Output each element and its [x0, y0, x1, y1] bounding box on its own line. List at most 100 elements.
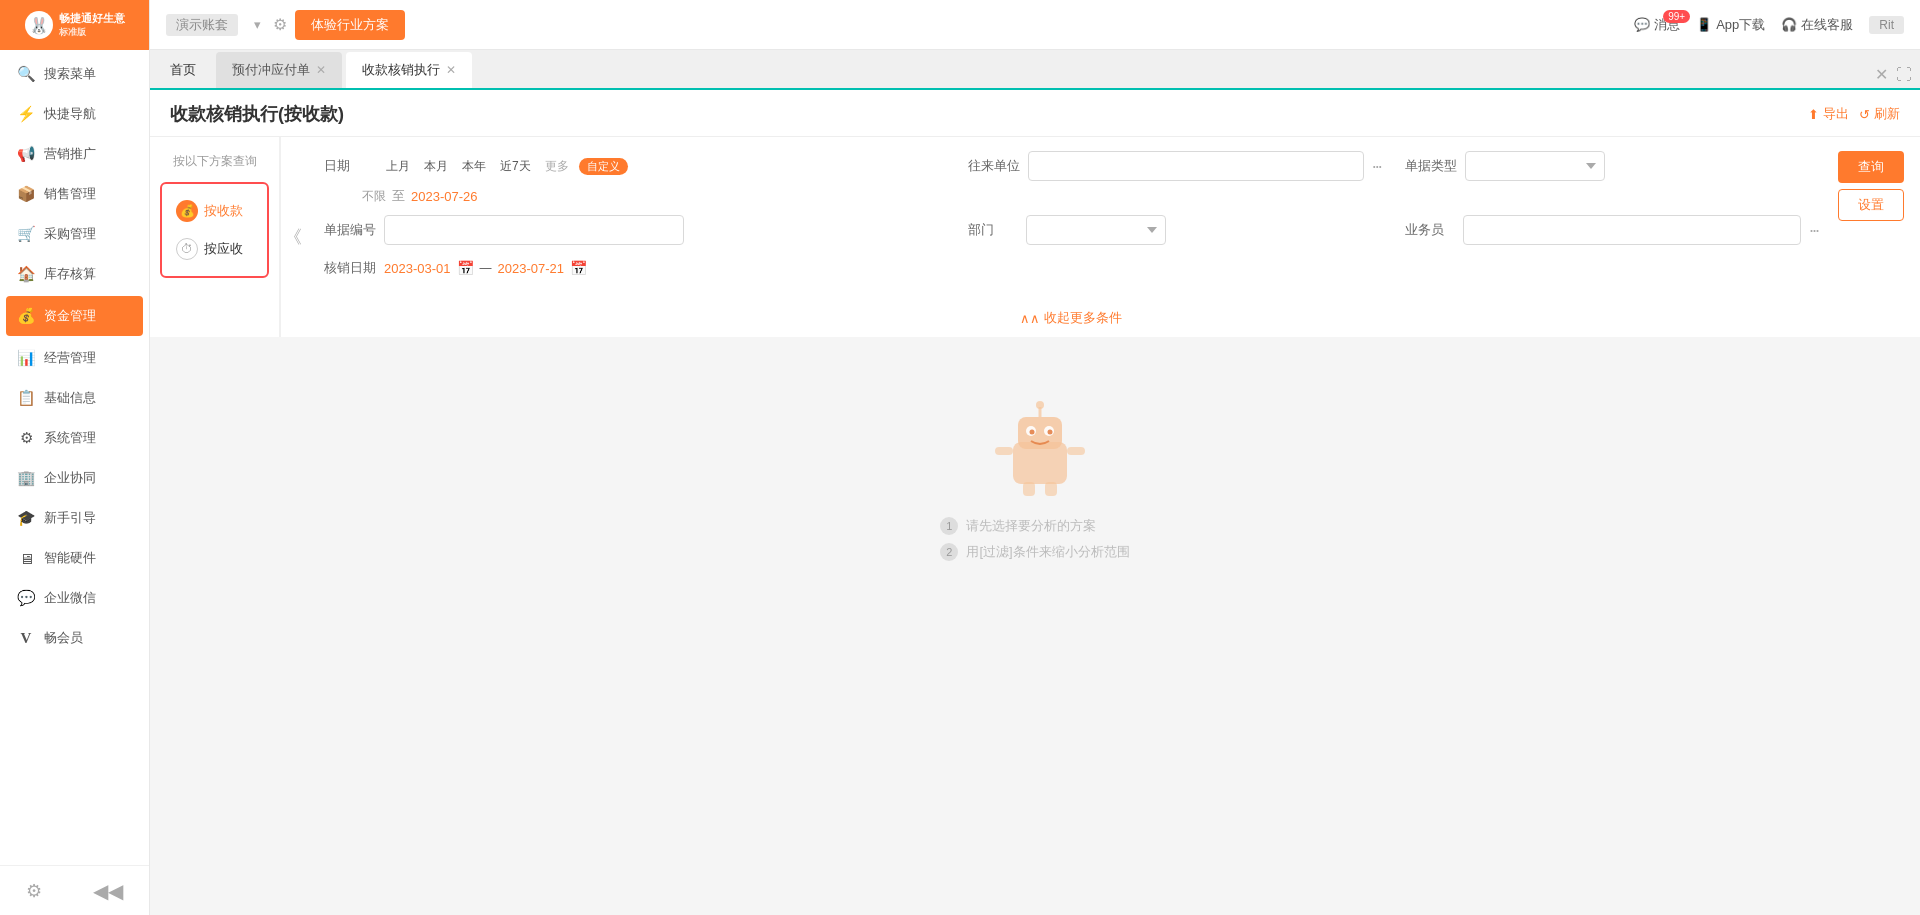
query-button[interactable]: 查询	[1838, 151, 1904, 183]
voucher-no-input[interactable]	[384, 215, 684, 245]
staff-label: 业务员	[1405, 221, 1455, 239]
filter-by-collection[interactable]: 💰 按收款	[166, 192, 263, 230]
sidebar-item-finance[interactable]: 💰 资金管理	[6, 296, 143, 336]
svg-point-11	[1036, 401, 1044, 409]
counterparty-more-icon[interactable]: ···	[1372, 156, 1381, 177]
date-field: 日期 上月 本月 本年 近7天 更多 自定义	[324, 157, 944, 176]
dept-select[interactable]	[1026, 215, 1166, 245]
tab-close-all-icon[interactable]: ✕	[1875, 65, 1888, 84]
filter-by-receivable-icon: ⏱	[176, 238, 198, 260]
sidebar-item-operation[interactable]: 📊 经营管理	[0, 338, 149, 378]
solution-button[interactable]: 体验行业方案	[295, 10, 405, 40]
staff-input[interactable]	[1463, 215, 1801, 245]
filter-main-area: 按以下方案查询 💰 按收款 ⏱ 按应收 《	[150, 137, 1920, 337]
sidebar-item-sales[interactable]: 📦 销售管理	[0, 174, 149, 214]
tabbar-actions: ✕ ⛶	[1867, 65, 1920, 88]
inventory-icon: 🏠	[16, 264, 36, 284]
dept-field: 部门	[968, 215, 1381, 245]
query-settings-column: 查询 设置	[1838, 137, 1920, 337]
tab-expand-icon[interactable]: ⛶	[1896, 66, 1912, 84]
svg-rect-8	[995, 447, 1013, 455]
refresh-button[interactable]: ↺ 刷新	[1859, 105, 1900, 123]
tab-collection-verify[interactable]: 收款核销执行 ✕	[346, 52, 472, 88]
tab-prepay[interactable]: 预付冲应付单 ✕	[216, 52, 342, 88]
sidebar-bottom: ⚙ ◀◀	[0, 865, 149, 915]
sidebar-item-quicknav[interactable]: ⚡ 快捷导航	[0, 94, 149, 134]
sidebar-item-label-hardware: 智能硬件	[44, 549, 96, 567]
sidebar-item-label-member: 畅会员	[44, 629, 83, 647]
purchase-icon: 🛒	[16, 224, 36, 244]
app-download-button[interactable]: 📱 App下载	[1696, 16, 1765, 34]
topbar-gear-icon[interactable]: ⚙	[273, 15, 287, 34]
sidebar-item-label-operation: 经营管理	[44, 349, 96, 367]
verify-cal-end-icon[interactable]: 📅	[570, 260, 587, 276]
date-7days[interactable]: 近7天	[496, 157, 535, 176]
sidebar-item-enterprise[interactable]: 🏢 企业协同	[0, 458, 149, 498]
sidebar-item-system[interactable]: ⚙ 系统管理	[0, 418, 149, 458]
filter-by-receivable[interactable]: ⏱ 按应收	[166, 230, 263, 268]
sidebar-nav: 🔍 搜索菜单 ⚡ 快捷导航 📢 营销推广 📦 销售管理 🛒 采购管理 🏠 库存核…	[0, 50, 149, 865]
message-button[interactable]: 💬 消息 99+	[1634, 16, 1680, 34]
sidebar-item-hardware[interactable]: 🖥 智能硬件	[0, 538, 149, 578]
customer-service-button[interactable]: 🎧 在线客服	[1781, 16, 1853, 34]
filter-form: 日期 上月 本月 本年 近7天 更多 自定义 往来单位	[304, 137, 1838, 305]
export-label: 导出	[1823, 105, 1849, 123]
tab-home[interactable]: 首页	[154, 52, 212, 88]
date-start-value: 2023-07-26	[411, 189, 478, 204]
svg-rect-7	[1045, 482, 1057, 496]
member-icon: V	[16, 628, 36, 648]
topbar-dropdown-icon[interactable]: ▾	[254, 17, 261, 32]
app-name: 畅捷通好生意	[59, 11, 125, 25]
marketing-icon: 📢	[16, 144, 36, 164]
filter-collapse-button[interactable]: 《	[280, 137, 304, 337]
user-name[interactable]: Rit	[1869, 16, 1904, 34]
counterparty-input[interactable]	[1028, 151, 1364, 181]
enterprise-icon: 🏢	[16, 468, 36, 488]
verify-date-dash: —	[480, 261, 492, 275]
sidebar-item-purchase[interactable]: 🛒 采购管理	[0, 214, 149, 254]
sidebar-item-marketing[interactable]: 📢 营销推广	[0, 134, 149, 174]
date-last-month[interactable]: 上月	[382, 157, 414, 176]
collapse-more-conditions[interactable]: ∧∧ 收起更多条件	[304, 305, 1838, 337]
app-icon: 📱	[1696, 17, 1712, 32]
sidebar-item-search[interactable]: 🔍 搜索菜单	[0, 54, 149, 94]
sidebar-item-label-enterprise: 企业协同	[44, 469, 96, 487]
tabbar: 首页 预付冲应付单 ✕ 收款核销执行 ✕ ✕ ⛶	[150, 50, 1920, 90]
empty-hint-1: 1 请先选择要分析的方案	[940, 517, 1129, 535]
verify-cal-start-icon[interactable]: 📅	[457, 260, 474, 276]
date-this-year[interactable]: 本年	[458, 157, 490, 176]
brand-account-name: 演示账套	[166, 14, 238, 36]
date-no-limit-label: 不限	[362, 188, 386, 205]
message-icon: 💬	[1634, 17, 1650, 32]
wechat-icon: 💬	[16, 588, 36, 608]
sidebar-item-member[interactable]: V 畅会员	[0, 618, 149, 658]
filter-row-3: 核销日期 2023-03-01 📅 — 2023-07-21 📅	[324, 259, 1818, 277]
collapse-up-icon: ∧∧	[1020, 311, 1040, 326]
svg-point-5	[1048, 430, 1053, 435]
sidebar-item-label-purchase: 采购管理	[44, 225, 96, 243]
customer-service-label: 在线客服	[1801, 16, 1853, 34]
tab-collection-verify-close-icon[interactable]: ✕	[446, 63, 456, 77]
settings-bottom-icon[interactable]: ⚙	[26, 880, 42, 902]
date-this-month[interactable]: 本月	[420, 157, 452, 176]
sidebar-item-wechat[interactable]: 💬 企业微信	[0, 578, 149, 618]
sidebar-item-inventory[interactable]: 🏠 库存核算	[0, 254, 149, 294]
export-button[interactable]: ⬆ 导出	[1808, 105, 1849, 123]
export-icon: ⬆	[1808, 107, 1819, 122]
sidebar-item-basic[interactable]: 📋 基础信息	[0, 378, 149, 418]
tab-prepay-close-icon[interactable]: ✕	[316, 63, 326, 77]
collapse-sidebar-icon[interactable]: ◀◀	[93, 879, 123, 903]
date-shortcuts: 上月 本月 本年 近7天 更多 自定义	[382, 157, 628, 176]
date-custom[interactable]: 自定义	[579, 158, 628, 175]
hint-text-2: 用[过滤]条件来缩小分析范围	[966, 543, 1129, 561]
voucher-type-select[interactable]	[1465, 151, 1605, 181]
date-more[interactable]: 更多	[541, 157, 573, 176]
sidebar-item-label-finance: 资金管理	[44, 307, 96, 325]
page-header: 收款核销执行(按收款) ⬆ 导出 ↺ 刷新	[150, 90, 1920, 137]
app-edition: 标准版	[59, 26, 125, 39]
sidebar-item-guide[interactable]: 🎓 新手引导	[0, 498, 149, 538]
settings-button[interactable]: 设置	[1838, 189, 1904, 221]
staff-more-icon[interactable]: ···	[1809, 220, 1818, 241]
refresh-icon: ↺	[1859, 107, 1870, 122]
empty-hint-2: 2 用[过滤]条件来缩小分析范围	[940, 543, 1129, 561]
